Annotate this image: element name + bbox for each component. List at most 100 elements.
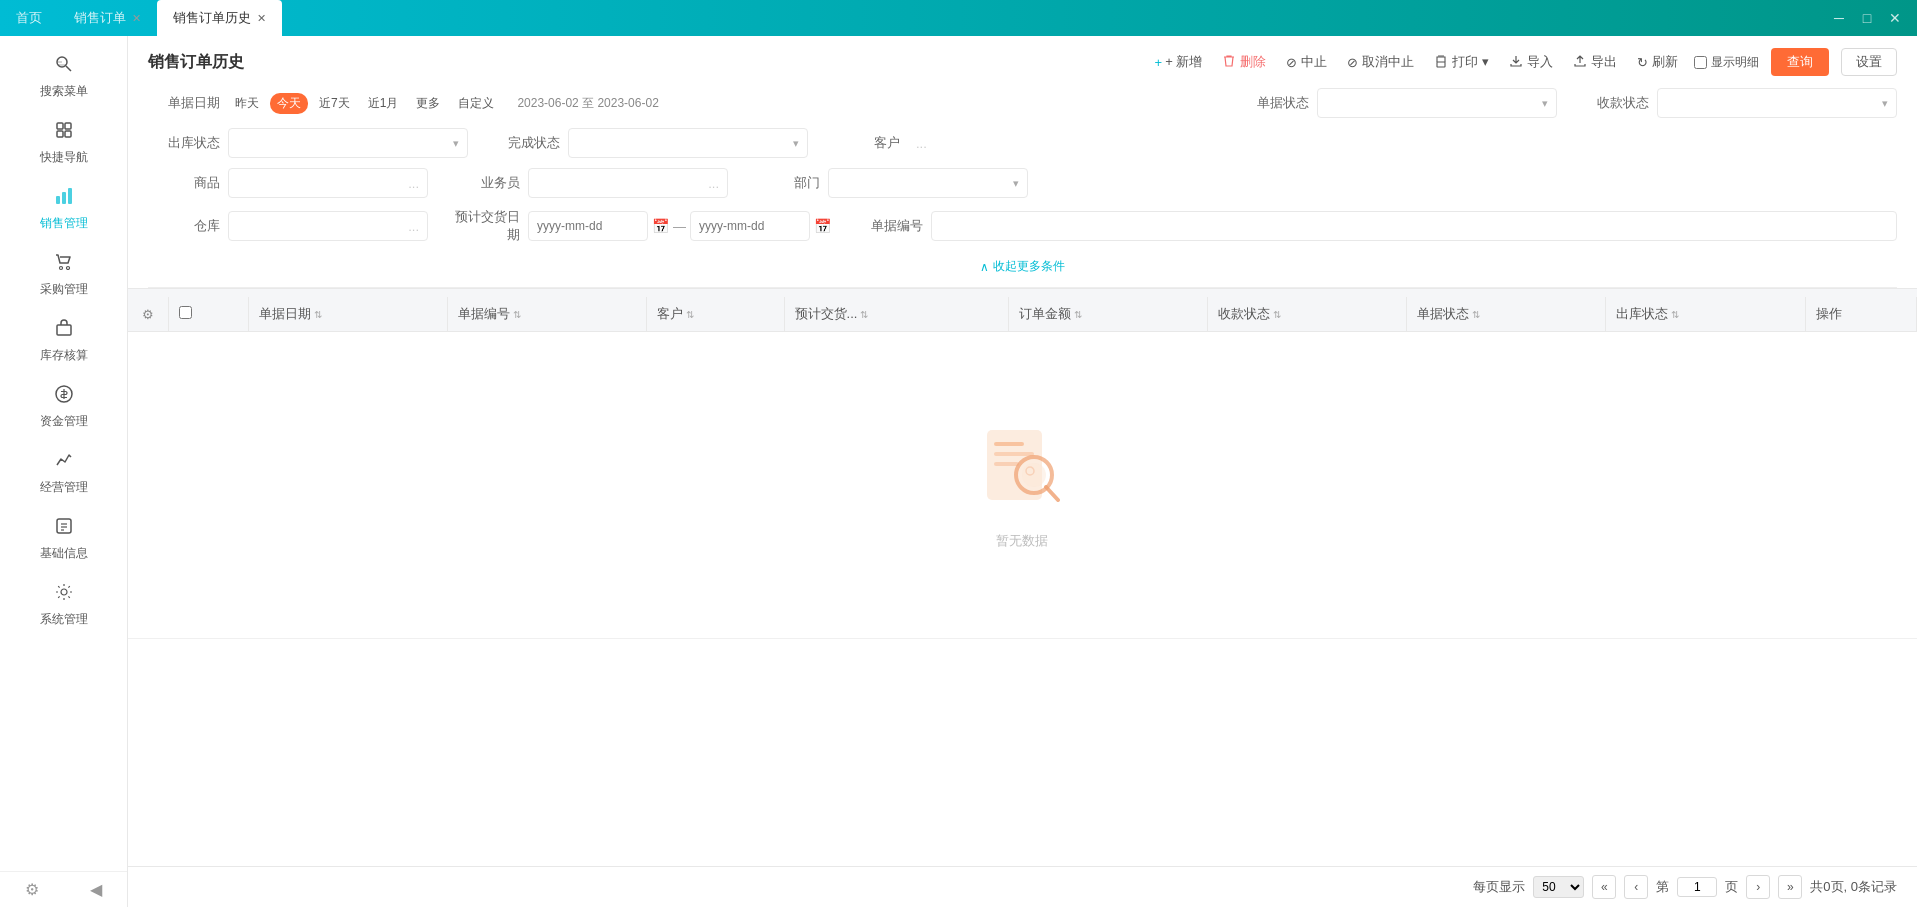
close-button[interactable]: ✕ bbox=[1885, 8, 1905, 28]
col-settings-icon[interactable]: ⚙ bbox=[142, 307, 154, 322]
export-button[interactable]: 导出 bbox=[1569, 51, 1621, 73]
col-expected-date: 预计交货... ⇅ bbox=[784, 297, 1009, 332]
svg-point-11 bbox=[59, 267, 62, 270]
svg-line-28 bbox=[1046, 487, 1058, 500]
date-7days-btn[interactable]: 近7天 bbox=[312, 93, 357, 114]
page-number-input[interactable] bbox=[1677, 877, 1717, 897]
expected-date-to-icon[interactable]: 📅 bbox=[814, 218, 831, 234]
sidebar-item-search-menu[interactable]: 搜索菜单 bbox=[0, 44, 127, 110]
empty-illustration bbox=[962, 420, 1082, 520]
date-1month-btn[interactable]: 近1月 bbox=[361, 93, 406, 114]
warehouse-input[interactable]: ... bbox=[228, 211, 428, 241]
customer-input[interactable]: ... bbox=[908, 128, 1108, 158]
sidebar-item-basic-info[interactable]: 基础信息 bbox=[0, 506, 127, 572]
completion-status-chevron-icon: ▾ bbox=[793, 137, 799, 150]
minimize-button[interactable]: ─ bbox=[1829, 8, 1849, 28]
order-no-input[interactable] bbox=[931, 211, 1897, 241]
date-more-btn[interactable]: 更多 bbox=[409, 93, 447, 114]
col-order-no-sort[interactable]: 单据编号 ⇅ bbox=[458, 305, 636, 323]
collapse-bar[interactable]: ∧ 收起更多条件 bbox=[148, 254, 1897, 279]
customer-label: 客户 bbox=[828, 134, 908, 152]
date-custom-btn[interactable]: 自定义 bbox=[451, 93, 501, 114]
export-icon bbox=[1573, 54, 1587, 71]
col-order-status-sort[interactable]: 单据状态 ⇅ bbox=[1417, 305, 1595, 323]
select-all-checkbox[interactable] bbox=[179, 306, 192, 319]
cancel-stop-icon: ⊘ bbox=[1347, 55, 1358, 70]
delete-button[interactable]: 删除 bbox=[1218, 51, 1270, 73]
collapse-up-icon: ∧ bbox=[980, 260, 989, 274]
query-button[interactable]: 查询 bbox=[1771, 48, 1829, 76]
col-warehouse-status: 出库状态 ⇅ bbox=[1606, 297, 1805, 332]
date-today-btn[interactable]: 今天 bbox=[270, 93, 308, 114]
expected-date-from-input[interactable] bbox=[528, 211, 648, 241]
sidebar-item-sales-mgmt[interactable]: 销售管理 bbox=[0, 176, 127, 242]
last-page-button[interactable]: » bbox=[1778, 875, 1802, 899]
svg-rect-25 bbox=[994, 462, 1019, 466]
expected-date-from-icon[interactable]: 📅 bbox=[652, 218, 669, 234]
order-status-select[interactable]: ▾ bbox=[1317, 88, 1557, 118]
finance-icon bbox=[54, 384, 74, 409]
sidebar-item-inventory-label: 库存核算 bbox=[40, 347, 88, 364]
col-date-sort[interactable]: 单据日期 ⇅ bbox=[259, 305, 437, 323]
search-menu-icon bbox=[54, 54, 74, 79]
col-amount-sort[interactable]: 订单金额 ⇅ bbox=[1019, 305, 1197, 323]
quick-nav-icon bbox=[54, 120, 74, 145]
completion-status-label: 完成状态 bbox=[488, 134, 568, 152]
cancel-stop-button[interactable]: ⊘ 取消中止 bbox=[1343, 51, 1418, 73]
sidebar-settings-button[interactable]: ⚙ bbox=[25, 880, 39, 899]
product-input[interactable]: ... bbox=[228, 168, 428, 198]
refresh-button[interactable]: ↻ 刷新 bbox=[1633, 51, 1682, 73]
sidebar-item-finance[interactable]: 资金管理 bbox=[0, 374, 127, 440]
empty-state: 暂无数据 bbox=[138, 340, 1907, 630]
sidebar-collapse-button[interactable]: ◀ bbox=[90, 880, 102, 899]
tab-sales-order[interactable]: 销售订单 ✕ bbox=[58, 0, 157, 36]
sidebar-item-ops[interactable]: 经营管理 bbox=[0, 440, 127, 506]
tab-sales-order-history-close[interactable]: ✕ bbox=[257, 12, 266, 25]
per-page-select[interactable]: 50 10 20 100 bbox=[1533, 876, 1584, 898]
new-button[interactable]: + + 新增 bbox=[1151, 51, 1207, 73]
col-payment-status-sort[interactable]: 收款状态 ⇅ bbox=[1218, 305, 1396, 323]
empty-state-row: 暂无数据 bbox=[128, 332, 1917, 639]
print-button[interactable]: 打印 ▾ bbox=[1430, 51, 1493, 73]
svg-rect-6 bbox=[57, 131, 63, 137]
tab-sales-order-close[interactable]: ✕ bbox=[132, 12, 141, 25]
sidebar-item-sys-mgmt[interactable]: 系统管理 bbox=[0, 572, 127, 638]
toolbar: + + 新增 删除 ⊘ 中止 ⊘ 取 bbox=[1151, 48, 1897, 76]
tab-sales-order-history[interactable]: 销售订单历史 ✕ bbox=[157, 0, 282, 36]
sidebar-item-purchase-mgmt[interactable]: 采购管理 bbox=[0, 242, 127, 308]
next-page-button[interactable]: › bbox=[1746, 875, 1770, 899]
first-page-button[interactable]: « bbox=[1592, 875, 1616, 899]
sidebar-item-quick-nav[interactable]: 快捷导航 bbox=[0, 110, 127, 176]
stop-button[interactable]: ⊘ 中止 bbox=[1282, 51, 1331, 73]
settings-button[interactable]: 设置 bbox=[1841, 48, 1897, 76]
page-title-row: 销售订单历史 + + 新增 删除 ⊘ 中止 bbox=[148, 48, 1897, 76]
display-toggle[interactable]: 显示明细 bbox=[1694, 54, 1759, 71]
page-suffix: 页 bbox=[1725, 878, 1738, 896]
import-button[interactable]: 导入 bbox=[1505, 51, 1557, 73]
prev-page-button[interactable]: ‹ bbox=[1624, 875, 1648, 899]
svg-point-27 bbox=[1022, 463, 1046, 487]
expected-date-to-input[interactable] bbox=[690, 211, 810, 241]
tab-home-label: 首页 bbox=[16, 9, 42, 27]
col-customer-sort[interactable]: 客户 ⇅ bbox=[657, 305, 773, 323]
tab-home[interactable]: 首页 bbox=[0, 0, 58, 36]
maximize-button[interactable]: □ bbox=[1857, 8, 1877, 28]
department-select[interactable]: ▾ bbox=[828, 168, 1028, 198]
import-icon bbox=[1509, 54, 1523, 71]
date-yesterday-btn[interactable]: 昨天 bbox=[228, 93, 266, 114]
display-toggle-checkbox[interactable] bbox=[1694, 56, 1707, 69]
col-expected-date-sort[interactable]: 预计交货... ⇅ bbox=[795, 305, 999, 323]
department-label: 部门 bbox=[748, 174, 828, 192]
col-order-status: 单据状态 ⇅ bbox=[1407, 297, 1606, 332]
sort-order-no-icon: ⇅ bbox=[513, 309, 521, 320]
col-warehouse-status-sort[interactable]: 出库状态 ⇅ bbox=[1616, 305, 1794, 323]
payment-status-select[interactable]: ▾ bbox=[1657, 88, 1897, 118]
payment-status-label: 收款状态 bbox=[1577, 94, 1657, 112]
sidebar-item-inventory[interactable]: 库存核算 bbox=[0, 308, 127, 374]
date-filter-control: 昨天 今天 近7天 近1月 更多 自定义 2023-06-02 至 2023-0… bbox=[228, 93, 1237, 114]
warehouse-status-select[interactable]: ▾ bbox=[228, 128, 468, 158]
date-range-text: 2023-06-02 至 2023-06-02 bbox=[517, 96, 658, 110]
completion-status-select[interactable]: ▾ bbox=[568, 128, 808, 158]
salesperson-input[interactable]: ... bbox=[528, 168, 728, 198]
page-title: 销售订单历史 bbox=[148, 52, 244, 73]
